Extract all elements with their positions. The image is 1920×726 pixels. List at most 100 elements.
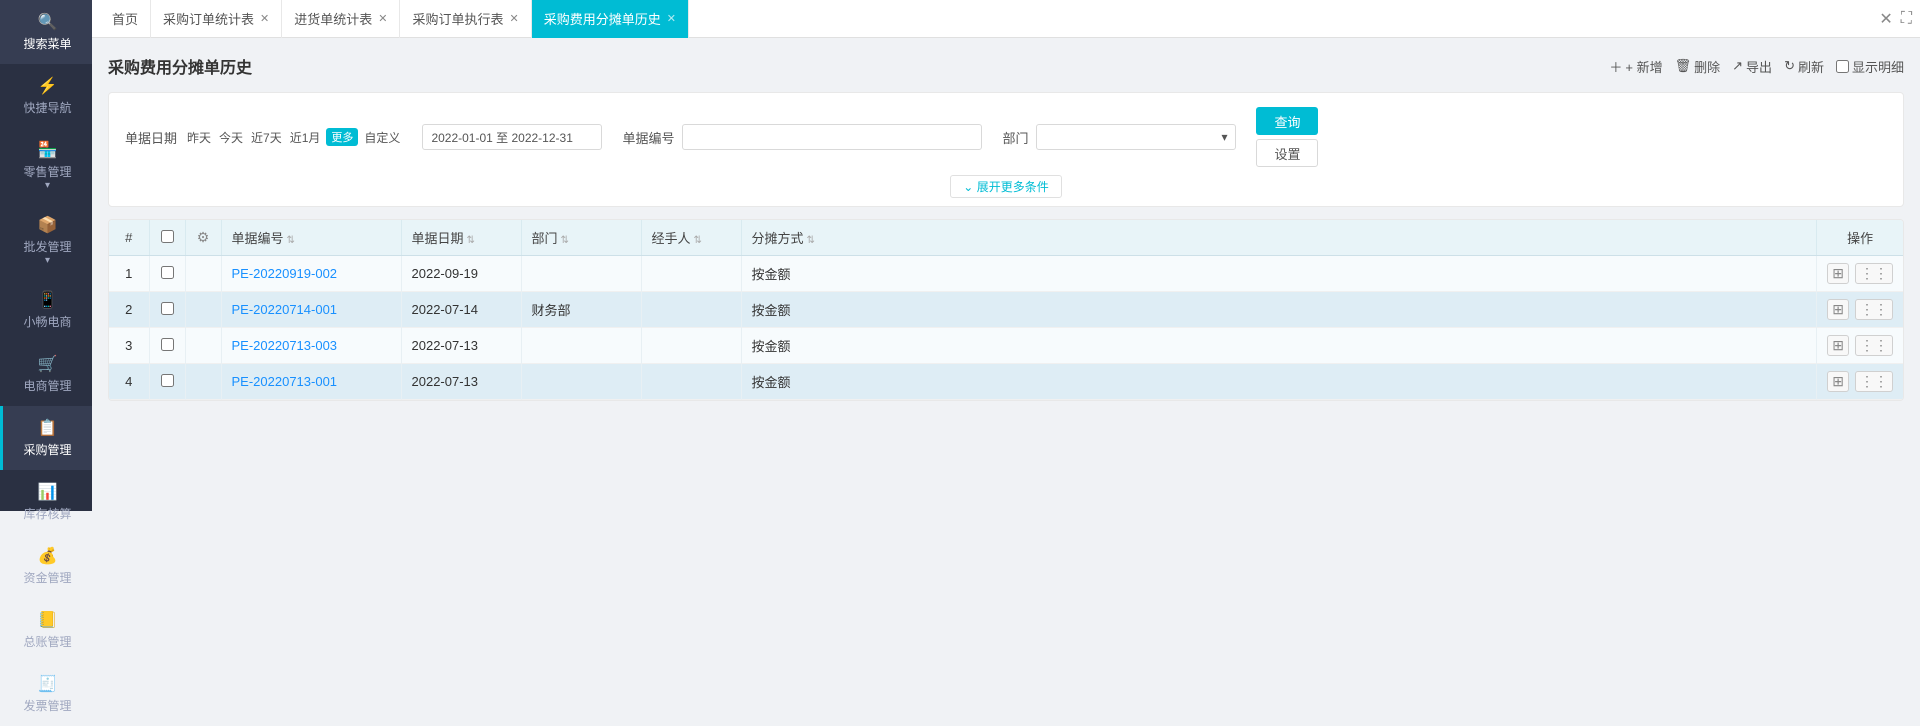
cell-split-0: 按金额 [741, 256, 1817, 292]
sidebar-icon-search: 🔍 [38, 12, 58, 32]
sidebar-label-retail: 零售管理 [23, 163, 71, 180]
sidebar-item-inventory[interactable]: 📊库存核算 [0, 470, 92, 534]
col-header-dept: 部门⇅ [521, 220, 641, 256]
settings-button[interactable]: 设置 [1256, 139, 1318, 167]
date-range-input[interactable] [422, 124, 602, 150]
close-tab-icon[interactable]: ✕ [1879, 9, 1892, 29]
sidebar-item-ecommerce[interactable]: 🛒电商管理 [0, 342, 92, 406]
search-button[interactable]: 查询 [1256, 107, 1318, 135]
shortcut-today[interactable]: 今天 [217, 129, 245, 146]
sidebar-item-retail[interactable]: 🏪零售管理▾ [0, 128, 92, 203]
sidebar-item-search[interactable]: 🔍搜索菜单 [0, 0, 92, 64]
show-columns-toggle[interactable]: 显示明细 [1836, 57, 1904, 76]
tabs-controls: ✕ ⛶ [1879, 9, 1912, 29]
sort-split-icon[interactable]: ⇅ [807, 235, 815, 246]
data-table: # ⚙ 单据编号⇅ 单据日期⇅ [109, 220, 1903, 400]
add-button[interactable]: ＋ + 新增 [1609, 57, 1662, 76]
expand-icon: ⌄ [963, 180, 976, 194]
sidebar-item-purchase[interactable]: 📋采购管理 [0, 406, 92, 470]
cell-doc-no-0: PE-20220919-002 [221, 256, 401, 292]
sidebar-item-wholesale[interactable]: 📦批发管理▾ [0, 203, 92, 278]
sidebar-item-mobile[interactable]: 📱小畅电商 [0, 278, 92, 342]
action-more-2[interactable]: ⋮⋮ [1855, 335, 1893, 356]
cell-num-3: 4 [109, 364, 149, 400]
toolbar: ＋ + 新增 🗑 删除 ↗ 导出 ↻ 刷新 显示明细 [1609, 57, 1904, 76]
shortcut-7days[interactable]: 近7天 [249, 129, 284, 146]
date-label: 单据日期 [125, 128, 177, 147]
table-container: # ⚙ 单据编号⇅ 单据日期⇅ [108, 219, 1904, 401]
export-button[interactable]: ↗ 导出 [1732, 57, 1772, 76]
doc-no-link-2[interactable]: PE-20220713-003 [232, 338, 338, 353]
action-view-2[interactable]: ⊞ [1827, 335, 1849, 356]
tab-close-cost-history[interactable]: ✕ [667, 12, 676, 25]
content-area: 采购费用分摊单历史 ＋ + 新增 🗑 删除 ↗ 导出 ↻ 刷新 [92, 38, 1920, 511]
cell-doc-no-2: PE-20220713-003 [221, 328, 401, 364]
sort-dept-icon[interactable]: ⇅ [561, 235, 569, 246]
sidebar-icon-retail: 🏪 [38, 140, 58, 160]
doc-no-link-1[interactable]: PE-20220714-001 [232, 302, 338, 317]
col-header-action: 操作 [1817, 220, 1903, 256]
delete-button[interactable]: 🗑 删除 [1675, 57, 1721, 76]
refresh-button[interactable]: ↻ 刷新 [1784, 57, 1824, 76]
cell-settings-1 [185, 292, 221, 328]
row-checkbox-0[interactable] [161, 266, 174, 279]
sidebar-label-shortcut: 快捷导航 [23, 99, 71, 116]
shortcut-1month[interactable]: 近1月 [288, 129, 323, 146]
sidebar-item-shortcut[interactable]: ⚡快捷导航 [0, 64, 92, 128]
sidebar-item-ledger[interactable]: 📒总账管理 [0, 598, 92, 662]
maximize-icon[interactable]: ⛶ [1901, 10, 1912, 28]
sort-date-icon[interactable]: ⇅ [467, 235, 475, 246]
sidebar-icon-ecommerce: 🛒 [38, 354, 58, 374]
sort-doc-no-icon[interactable]: ⇅ [287, 235, 295, 246]
shortcut-custom[interactable]: 自定义 [362, 129, 402, 146]
col-header-doc-no: 单据编号⇅ [221, 220, 401, 256]
col-header-split: 分摊方式⇅ [741, 220, 1817, 256]
doc-no-input[interactable] [682, 124, 982, 150]
tab-purchase-summary[interactable]: 采购订单统计表 ✕ [151, 0, 282, 38]
col-header-date: 单据日期⇅ [401, 220, 521, 256]
sidebar-arrow-wholesale: ▾ [45, 255, 50, 266]
cell-settings-0 [185, 256, 221, 292]
cell-date-1: 2022-07-14 [401, 292, 521, 328]
sidebar-item-finance[interactable]: 💰资金管理 [0, 534, 92, 598]
tab-home[interactable]: 首页 [100, 0, 151, 38]
row-checkbox-2[interactable] [161, 338, 174, 351]
tab-close-purchase-summary[interactable]: ✕ [260, 12, 269, 25]
row-checkbox-3[interactable] [161, 374, 174, 387]
shortcut-more[interactable]: 更多 [326, 128, 358, 146]
action-view-0[interactable]: ⊞ [1827, 263, 1849, 284]
page-title: 采购费用分摊单历史 [108, 54, 252, 78]
action-more-1[interactable]: ⋮⋮ [1855, 299, 1893, 320]
search-buttons: 查询 设置 [1256, 107, 1318, 167]
col-header-check [149, 220, 185, 256]
tab-stock-summary[interactable]: 进货单统计表✕ [282, 0, 400, 38]
dept-select[interactable]: ▾ [1036, 124, 1236, 150]
export-icon: ↗ [1732, 58, 1743, 74]
tab-label-purchase-summary: 采购订单统计表 [163, 9, 254, 28]
action-more-0[interactable]: ⋮⋮ [1855, 263, 1893, 284]
row-checkbox-1[interactable] [161, 302, 174, 315]
show-columns-checkbox[interactable] [1836, 60, 1849, 73]
page-header: 采购费用分摊单历史 ＋ + 新增 🗑 删除 ↗ 导出 ↻ 刷新 [108, 54, 1904, 78]
doc-no-link-3[interactable]: PE-20220713-001 [232, 374, 338, 389]
col-header-handler: 经手人⇅ [641, 220, 741, 256]
date-range-field [422, 124, 602, 150]
expand-button[interactable]: ⌄ 展开更多条件 [950, 175, 1061, 198]
action-view-1[interactable]: ⊞ [1827, 299, 1849, 320]
sidebar-icon-finance: 💰 [38, 546, 58, 566]
sort-handler-icon[interactable]: ⇅ [694, 235, 702, 246]
doc-no-link-0[interactable]: PE-20220919-002 [232, 266, 338, 281]
select-all-checkbox[interactable] [161, 230, 174, 243]
action-more-3[interactable]: ⋮⋮ [1855, 371, 1893, 392]
expand-row: ⌄ 展开更多条件 [125, 175, 1887, 198]
cell-check-1 [149, 292, 185, 328]
sidebar-item-invoice[interactable]: 🧾发票管理 [0, 662, 92, 726]
tab-cost-history[interactable]: 采购费用分摊单历史✕ [532, 0, 689, 38]
tab-close-stock-summary[interactable]: ✕ [378, 12, 387, 25]
tab-purchase-exec[interactable]: 采购订单执行表✕ [400, 0, 531, 38]
action-view-3[interactable]: ⊞ [1827, 371, 1849, 392]
column-settings-icon[interactable]: ⚙ [197, 229, 210, 245]
sidebar-icon-invoice: 🧾 [38, 674, 58, 694]
tab-close-purchase-exec[interactable]: ✕ [510, 12, 519, 25]
shortcut-yesterday[interactable]: 昨天 [185, 129, 213, 146]
